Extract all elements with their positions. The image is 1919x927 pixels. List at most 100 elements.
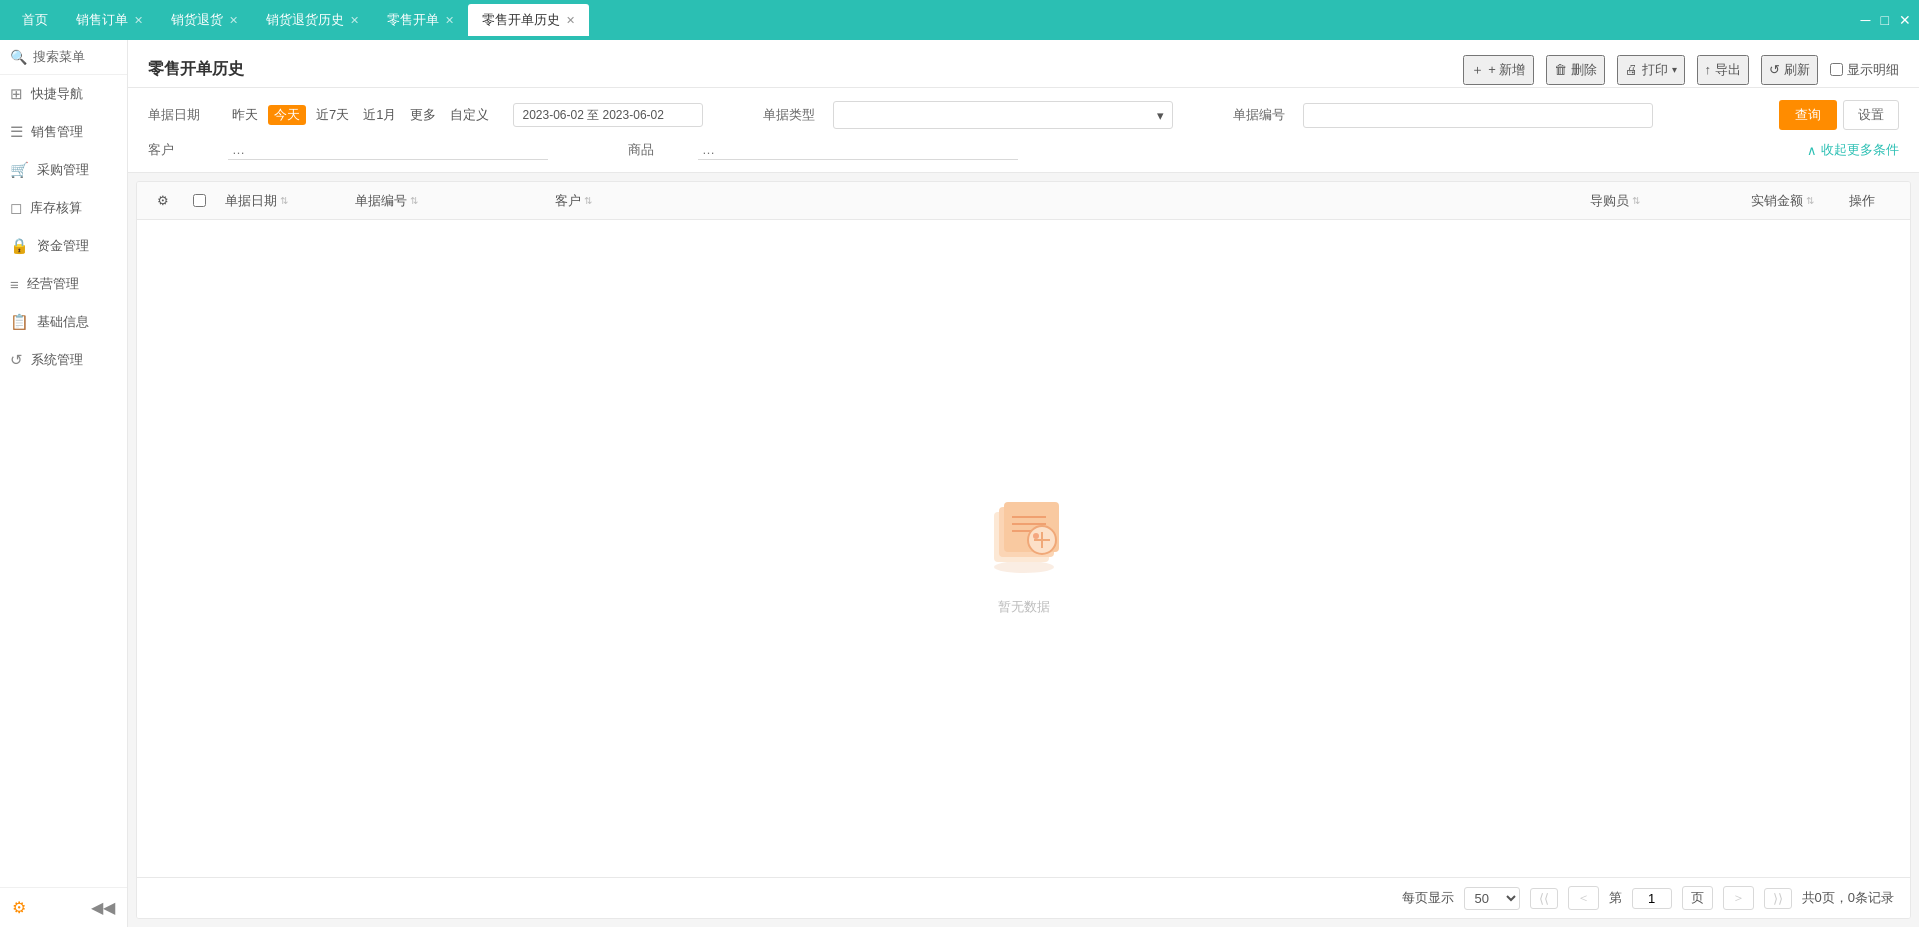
select-all-checkbox[interactable]: [193, 194, 206, 207]
type-dropdown-icon: ▾: [1157, 108, 1164, 123]
th-no[interactable]: 单据编号 ⇅: [347, 192, 547, 210]
sidebar-item-operations[interactable]: ≡ 经营管理: [0, 265, 127, 303]
goods-label: 商品: [628, 141, 688, 159]
collapse-button[interactable]: ∧ 收起更多条件: [1807, 141, 1899, 159]
filter-bar: 单据日期 昨天 今天 近7天 近1月 更多 自定义 单据类型 ▾: [128, 88, 1919, 173]
sidebar-item-sales-mgmt[interactable]: ☰ 销售管理: [0, 113, 127, 151]
add-button[interactable]: ＋ + 新增: [1463, 55, 1533, 85]
tab-close-sales-return-history[interactable]: ✕: [350, 14, 359, 27]
shortcut-today[interactable]: 今天: [268, 105, 306, 125]
current-page-input[interactable]: [1632, 888, 1672, 909]
delete-button[interactable]: 🗑 删除: [1546, 55, 1605, 85]
tab-sales-return[interactable]: 销货退货 ✕: [157, 4, 252, 36]
customer-input[interactable]: [228, 140, 548, 160]
last-page-button[interactable]: ⟩⟩: [1764, 888, 1792, 909]
page-label-before: 第: [1609, 889, 1622, 907]
tab-retail-history[interactable]: 零售开单历史 ✕: [468, 4, 589, 36]
content-area: 零售开单历史 ＋ + 新增 🗑 删除 🖨 打印 ▾ ↑ 导出: [128, 40, 1919, 927]
display-detail-checkbox[interactable]: 显示明细: [1830, 61, 1899, 79]
shortcut-more[interactable]: 更多: [406, 105, 440, 125]
th-customer[interactable]: 客户 ⇅: [547, 192, 1582, 210]
svg-point-10: [1033, 533, 1039, 539]
sidebar-bottom: ⚙ ◀◀: [0, 887, 127, 927]
export-button[interactable]: ↑ 导出: [1697, 55, 1750, 85]
page-title: 零售开单历史: [148, 59, 244, 80]
th-date[interactable]: 单据日期 ⇅: [217, 192, 347, 210]
page-label: 页: [1682, 886, 1713, 910]
customer-label: 客户: [148, 141, 208, 159]
empty-text: 暂无数据: [998, 598, 1050, 616]
sidebar-item-finance[interactable]: 🔒 资金管理: [0, 227, 127, 265]
type-value: [842, 106, 855, 124]
tab-sales-return-history[interactable]: 销货退货历史 ✕: [252, 4, 373, 36]
sidebar-search[interactable]: 🔍 搜索菜单: [0, 40, 127, 75]
window-controls: ─ □ ✕: [1861, 12, 1911, 28]
svg-point-0: [994, 561, 1054, 573]
tab-home[interactable]: 首页: [8, 4, 62, 36]
sort-customer-icon: ⇅: [584, 195, 592, 206]
no-label: 单据编号: [1233, 106, 1293, 124]
tab-close-sales-return[interactable]: ✕: [229, 14, 238, 27]
filter-row-2: 客户 商品 ∧ 收起更多条件: [148, 140, 1899, 160]
th-amount[interactable]: 实销金额 ⇅: [1702, 192, 1822, 210]
tab-sales-order[interactable]: 销售订单 ✕: [62, 4, 157, 36]
settings-button[interactable]: 设置: [1843, 100, 1899, 130]
type-label: 单据类型: [763, 106, 823, 124]
table-footer: 每页显示 50 10 20 100 ⟨⟨ ＜ 第 页 ＞ ⟩⟩ 共0页，0条记录: [137, 877, 1910, 918]
minimize-icon[interactable]: ─: [1861, 12, 1871, 28]
add-icon: ＋: [1471, 61, 1484, 79]
operations-icon: ≡: [10, 276, 19, 293]
finance-icon: 🔒: [10, 237, 29, 255]
sort-guide-icon: ⇅: [1632, 195, 1640, 206]
shortcut-custom[interactable]: 自定义: [446, 105, 493, 125]
search-icon: 🔍: [10, 49, 27, 65]
shortcut-7days[interactable]: 近7天: [312, 105, 353, 125]
tab-close-retail-history[interactable]: ✕: [566, 14, 575, 27]
tab-retail-open[interactable]: 零售开单 ✕: [373, 4, 468, 36]
next-page-button[interactable]: ＞: [1723, 886, 1754, 910]
sidebar-collapse-icon[interactable]: ◀◀: [91, 898, 115, 917]
prev-page-button[interactable]: ＜: [1568, 886, 1599, 910]
sidebar-item-sys-mgmt[interactable]: ↺ 系统管理: [0, 341, 127, 379]
shortcut-1month[interactable]: 近1月: [359, 105, 400, 125]
sys-mgmt-icon: ↺: [10, 351, 23, 369]
delete-icon: 🗑: [1554, 62, 1567, 77]
print-button[interactable]: 🖨 打印 ▾: [1617, 55, 1685, 85]
quick-nav-icon: ⊞: [10, 85, 23, 103]
print-dropdown-icon: ▾: [1672, 64, 1677, 75]
empty-illustration: [974, 482, 1074, 582]
sidebar-item-purchase-mgmt[interactable]: 🛒 采购管理: [0, 151, 127, 189]
toolbar: ＋ + 新增 🗑 删除 🖨 打印 ▾ ↑ 导出 ↺: [1463, 55, 1899, 85]
date-range-input[interactable]: [513, 103, 703, 127]
page-header: 零售开单历史 ＋ + 新增 🗑 删除 🖨 打印 ▾ ↑ 导出: [128, 40, 1919, 88]
sidebar-item-base-info[interactable]: 📋 基础信息: [0, 303, 127, 341]
print-icon: 🖨: [1625, 62, 1638, 77]
refresh-button[interactable]: ↺ 刷新: [1761, 55, 1818, 85]
th-guide[interactable]: 导购员 ⇅: [1582, 192, 1702, 210]
sidebar-settings-icon[interactable]: ⚙: [12, 898, 26, 917]
sidebar-item-inventory[interactable]: ◻ 库存核算: [0, 189, 127, 227]
search-button[interactable]: 查询: [1779, 100, 1837, 130]
page-size-select[interactable]: 50 10 20 100: [1464, 887, 1520, 910]
type-select[interactable]: ▾: [833, 101, 1173, 129]
filter-row-1: 单据日期 昨天 今天 近7天 近1月 更多 自定义 单据类型 ▾: [148, 100, 1899, 130]
tab-bar: 首页 销售订单 ✕ 销货退货 ✕ 销货退货历史 ✕ 零售开单 ✕ 零售开单历史 …: [0, 0, 1919, 40]
first-page-button[interactable]: ⟨⟨: [1530, 888, 1558, 909]
display-detail-input[interactable]: [1830, 63, 1843, 76]
th-setting[interactable]: ⚙: [145, 193, 181, 208]
no-input[interactable]: [1303, 103, 1653, 128]
tab-close-sales-order[interactable]: ✕: [134, 14, 143, 27]
date-shortcuts: 昨天 今天 近7天 近1月 更多 自定义: [228, 105, 493, 125]
th-check[interactable]: [181, 194, 217, 207]
page-size-label: 每页显示: [1402, 889, 1454, 907]
total-info: 共0页，0条记录: [1802, 889, 1894, 907]
tab-close-retail-open[interactable]: ✕: [445, 14, 454, 27]
shortcut-yesterday[interactable]: 昨天: [228, 105, 262, 125]
close-window-icon[interactable]: ✕: [1899, 12, 1911, 28]
sort-amount-icon: ⇅: [1806, 195, 1814, 206]
maximize-icon[interactable]: □: [1881, 12, 1889, 28]
sidebar-item-quick-nav[interactable]: ⊞ 快捷导航: [0, 75, 127, 113]
goods-input[interactable]: [698, 140, 1018, 160]
base-info-icon: 📋: [10, 313, 29, 331]
export-icon: ↑: [1705, 62, 1712, 77]
